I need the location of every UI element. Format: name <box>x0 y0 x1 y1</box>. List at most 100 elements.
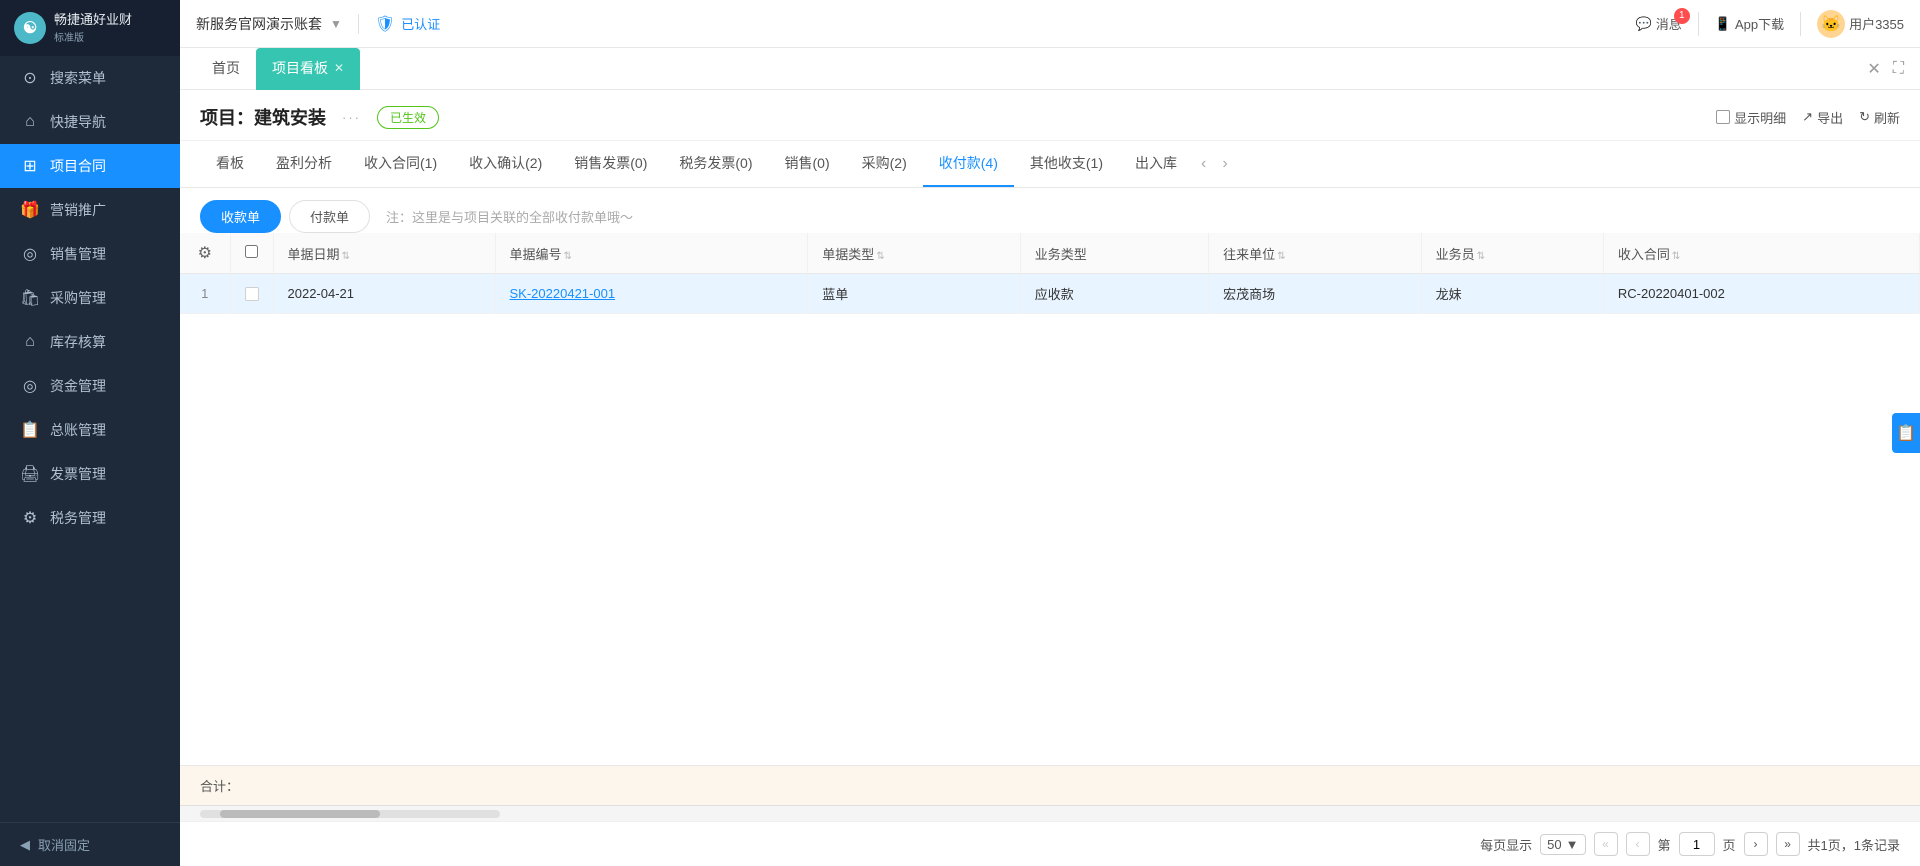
tab-fukuan[interactable]: 付款单 <box>289 200 370 233</box>
message-icon: 💬 <box>1636 16 1652 32</box>
maximize-window-icon[interactable]: ⛶ <box>1893 60 1904 78</box>
sub-nav-prev-arrow[interactable]: ‹ <box>1193 155 1214 173</box>
tabbar: 首页 项目看板 ✕ ✕ ⛶ <box>180 48 1920 90</box>
user-label: 用户3355 <box>1849 14 1904 33</box>
shield-icon: 🛡 <box>375 14 395 34</box>
ledger-icon: 📋 <box>20 420 40 440</box>
tab-shoukuan[interactable]: 收款单 <box>200 200 281 233</box>
unfix-label: 取消固定 <box>38 835 90 854</box>
sidebar-item-quicknav[interactable]: ⌂ 快捷导航 <box>0 100 180 144</box>
tab-close-icon[interactable]: ✕ <box>334 61 344 75</box>
marketing-icon: 🎁 <box>20 200 40 220</box>
cell-date: 2022-04-21 <box>273 274 495 314</box>
sort-date-icon[interactable]: ⇅ <box>342 251 350 262</box>
sidebar-item-search[interactable]: ⊙ 搜索菜单 <box>0 56 180 100</box>
tab-kanban-label: 项目看板 <box>272 58 328 78</box>
show-detail-label: 显示明细 <box>1734 108 1786 127</box>
per-page-select[interactable]: 50 ▼ <box>1540 834 1585 855</box>
logo-icon: ☯ <box>14 12 46 44</box>
sidebar-label-sales: 销售管理 <box>50 244 106 264</box>
row-checkbox[interactable] <box>245 287 259 301</box>
export-icon: ↗ <box>1802 109 1813 125</box>
col-settings: ⚙ <box>180 233 230 274</box>
sidebar-label-project: 项目合同 <box>50 156 106 176</box>
appdownload-button[interactable]: 📱 App下载 <box>1715 14 1784 33</box>
col-partner: 往来单位⇅ <box>1209 233 1422 274</box>
horizontal-scrollbar[interactable] <box>200 810 500 818</box>
sub-nav: 看板 盈利分析 收入合同(1) 收入确认(2) 销售发票(0) 税务发票(0) … <box>180 141 1920 188</box>
export-button[interactable]: ↗ 导出 <box>1802 108 1843 127</box>
sidebar-label-invoice: 发票管理 <box>50 464 106 484</box>
sub-nav-income-contract[interactable]: 收入合同(1) <box>348 141 453 187</box>
workspace-dropdown-icon[interactable]: ▼ <box>330 17 342 31</box>
sub-nav-kanban[interactable]: 看板 <box>200 141 260 187</box>
sidebar-item-tax[interactable]: ⚙ 税务管理 <box>0 496 180 540</box>
sidebar-label-finance: 资金管理 <box>50 376 106 396</box>
sidebar-item-purchase[interactable]: 🛍 采购管理 <box>0 276 180 320</box>
sort-partner-icon[interactable]: ⇅ <box>1277 251 1285 262</box>
sort-number-icon[interactable]: ⇅ <box>564 251 572 262</box>
table-container: ⚙ 单据日期⇅ 单据编号⇅ 单据类型⇅ <box>180 233 1920 765</box>
doc-number-link[interactable]: SK-20220421-001 <box>510 286 616 301</box>
sub-nav-other-expense[interactable]: 其他收支(1) <box>1014 141 1119 187</box>
cell-number[interactable]: SK-20220421-001 <box>495 274 808 314</box>
topbar-divider-v1 <box>1698 12 1699 36</box>
project-more-button[interactable]: ··· <box>342 110 361 125</box>
certified-label: 已认证 <box>401 14 440 33</box>
tax-icon: ⚙ <box>20 508 40 528</box>
sidebar-item-invoice[interactable]: 🖨 发票管理 <box>0 452 180 496</box>
float-panel-icon[interactable]: 📋 <box>1892 413 1920 453</box>
first-page-button[interactable]: « <box>1594 832 1618 856</box>
sort-type-icon[interactable]: ⇅ <box>876 251 884 262</box>
sub-nav-profit[interactable]: 盈利分析 <box>260 141 348 187</box>
sidebar-item-ledger[interactable]: 📋 总账管理 <box>0 408 180 452</box>
sub-nav-sales-invoice[interactable]: 销售发票(0) <box>558 141 663 187</box>
topbar-right: 💬 消息 1 📱 App下载 🐱 用户3355 <box>1636 10 1904 38</box>
sidebar-item-marketing[interactable]: 🎁 营销推广 <box>0 188 180 232</box>
sub-nav-sales[interactable]: 销售(0) <box>769 141 846 187</box>
sidebar-item-project[interactable]: ⊞ 项目合同 <box>0 144 180 188</box>
sub-nav-receipt[interactable]: 收付款(4) <box>923 141 1014 187</box>
cell-checkbox <box>230 274 273 314</box>
sidebar-item-inventory[interactable]: ⌂ 库存核算 <box>0 320 180 364</box>
sidebar-logo: ☯ 畅捷通好业财 标准版 <box>0 0 180 56</box>
next-page-button[interactable]: › <box>1744 832 1768 856</box>
select-all-checkbox[interactable] <box>245 245 258 258</box>
sub-nav-tax-invoice[interactable]: 税务发票(0) <box>663 141 768 187</box>
table-settings-icon[interactable]: ⚙ <box>198 245 212 262</box>
project-label-prefix: 项目： <box>200 108 254 128</box>
message-button[interactable]: 💬 消息 1 <box>1636 14 1682 33</box>
message-badge: 1 <box>1674 8 1690 24</box>
sidebar-unfix-button[interactable]: ◀ 取消固定 <box>0 822 180 866</box>
pagination: 每页显示 50 ▼ « ‹ 第 页 › » 共1页，1条记录 <box>180 821 1920 866</box>
sub-nav-next-arrow[interactable]: › <box>1214 155 1235 173</box>
current-page-input[interactable] <box>1679 832 1715 856</box>
sort-contract-icon[interactable]: ⇅ <box>1672 251 1680 262</box>
last-page-button[interactable]: » <box>1776 832 1800 856</box>
show-detail-toggle[interactable]: 显示明细 <box>1716 108 1786 127</box>
col-checkbox <box>230 233 273 274</box>
prev-page-button[interactable]: ‹ <box>1626 832 1650 856</box>
user-menu[interactable]: 🐱 用户3355 <box>1817 10 1904 38</box>
tab-window-controls: ✕ ⛶ <box>1867 59 1904 79</box>
sales-icon: ◎ <box>20 244 40 264</box>
col-biz-type: 业务类型 <box>1020 233 1208 274</box>
sort-salesperson-icon[interactable]: ⇅ <box>1477 251 1485 262</box>
refresh-button[interactable]: ↻ 刷新 <box>1859 108 1900 127</box>
phone-icon: 📱 <box>1715 16 1731 32</box>
sidebar-item-finance[interactable]: ◎ 资金管理 <box>0 364 180 408</box>
sidebar-item-sales[interactable]: ◎ 销售管理 <box>0 232 180 276</box>
close-window-icon[interactable]: ✕ <box>1867 59 1880 79</box>
invoice-icon: 🖨 <box>20 464 40 484</box>
scroll-bar-row <box>180 805 1920 821</box>
sub-nav-inout[interactable]: 出入库 <box>1119 141 1193 187</box>
sidebar-label-tax: 税务管理 <box>50 508 106 528</box>
tab-home[interactable]: 首页 <box>196 48 256 90</box>
tab-kanban[interactable]: 项目看板 ✕ <box>256 48 360 90</box>
sidebar-label-inventory: 库存核算 <box>50 332 106 352</box>
sub-nav-purchase[interactable]: 采购(2) <box>846 141 923 187</box>
main-area: 新服务官网演示账套 ▼ 🛡 已认证 💬 消息 1 📱 App下载 🐱 用户3 <box>180 0 1920 866</box>
project-name: 建筑安装 <box>254 108 326 128</box>
topbar-divider <box>358 14 359 34</box>
sub-nav-income-confirm[interactable]: 收入确认(2) <box>453 141 558 187</box>
